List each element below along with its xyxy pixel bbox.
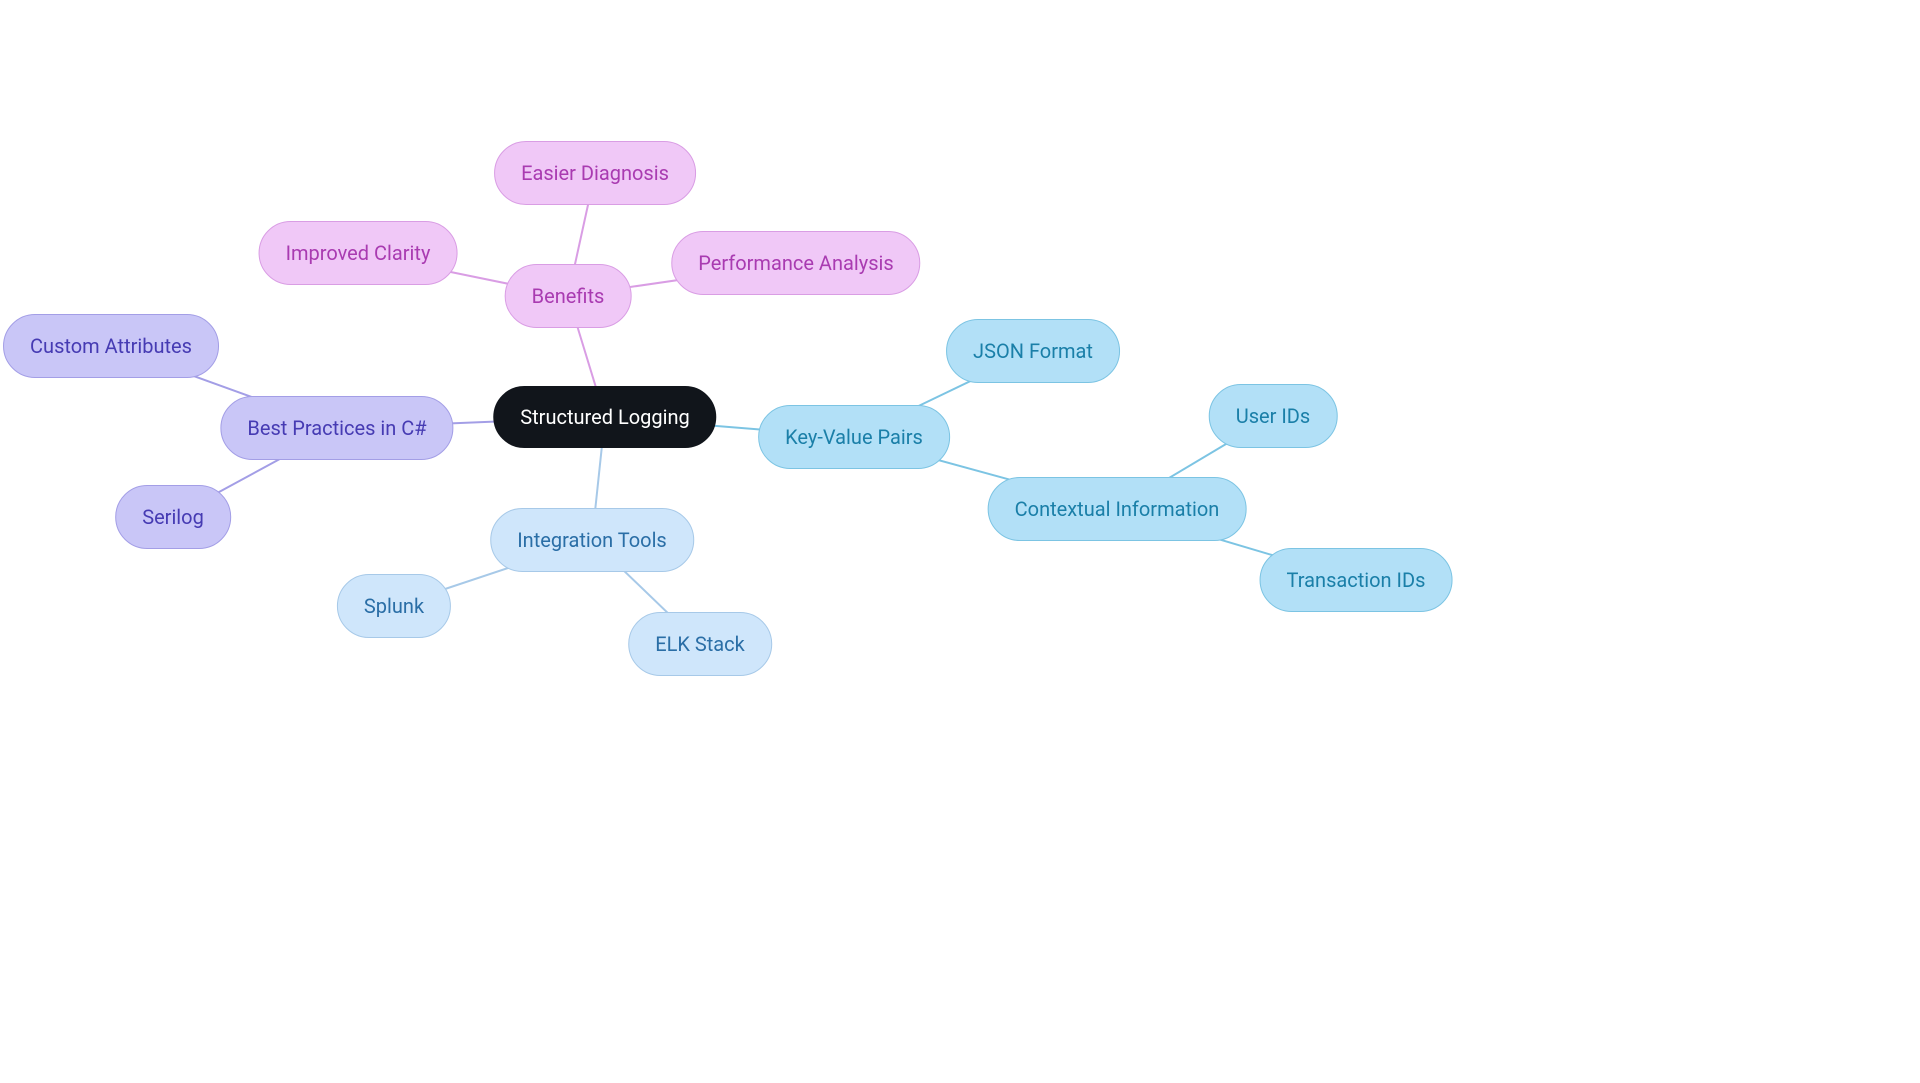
node-key-value-pairs[interactable]: Key-Value Pairs	[758, 405, 950, 469]
node-json-format-label: JSON Format	[973, 339, 1093, 363]
node-best-practices-label: Best Practices in C#	[247, 416, 426, 440]
node-splunk-label: Splunk	[364, 594, 424, 618]
node-custom-attributes-label: Custom Attributes	[30, 334, 192, 358]
node-serilog[interactable]: Serilog	[115, 485, 231, 549]
node-serilog-label: Serilog	[142, 505, 204, 529]
node-contextual-information-label: Contextual Information	[1015, 497, 1220, 521]
node-easier-diagnosis-label: Easier Diagnosis	[521, 161, 669, 185]
node-custom-attributes[interactable]: Custom Attributes	[3, 314, 219, 378]
node-splunk[interactable]: Splunk	[337, 574, 451, 638]
node-transaction-ids[interactable]: Transaction IDs	[1260, 548, 1453, 612]
node-best-practices[interactable]: Best Practices in C#	[220, 396, 453, 460]
node-performance-analysis-label: Performance Analysis	[698, 251, 893, 275]
node-performance-analysis[interactable]: Performance Analysis	[671, 231, 920, 295]
node-user-ids[interactable]: User IDs	[1209, 384, 1338, 448]
node-benefits[interactable]: Benefits	[505, 264, 632, 328]
node-contextual-information[interactable]: Contextual Information	[988, 477, 1247, 541]
node-integration-tools[interactable]: Integration Tools	[490, 508, 694, 572]
node-integration-tools-label: Integration Tools	[517, 528, 667, 552]
mindmap-canvas: Structured Logging Benefits Improved Cla…	[0, 0, 1920, 1083]
node-json-format[interactable]: JSON Format	[946, 319, 1120, 383]
node-root[interactable]: Structured Logging	[493, 386, 716, 448]
node-easier-diagnosis[interactable]: Easier Diagnosis	[494, 141, 696, 205]
node-elk-stack-label: ELK Stack	[655, 632, 745, 656]
node-transaction-ids-label: Transaction IDs	[1287, 568, 1426, 592]
node-user-ids-label: User IDs	[1236, 404, 1311, 428]
edge-layer	[0, 0, 1920, 1083]
node-key-value-pairs-label: Key-Value Pairs	[785, 425, 923, 449]
node-elk-stack[interactable]: ELK Stack	[628, 612, 772, 676]
node-improved-clarity[interactable]: Improved Clarity	[259, 221, 458, 285]
node-root-label: Structured Logging	[520, 405, 689, 429]
node-benefits-label: Benefits	[532, 284, 605, 308]
node-improved-clarity-label: Improved Clarity	[286, 241, 431, 265]
